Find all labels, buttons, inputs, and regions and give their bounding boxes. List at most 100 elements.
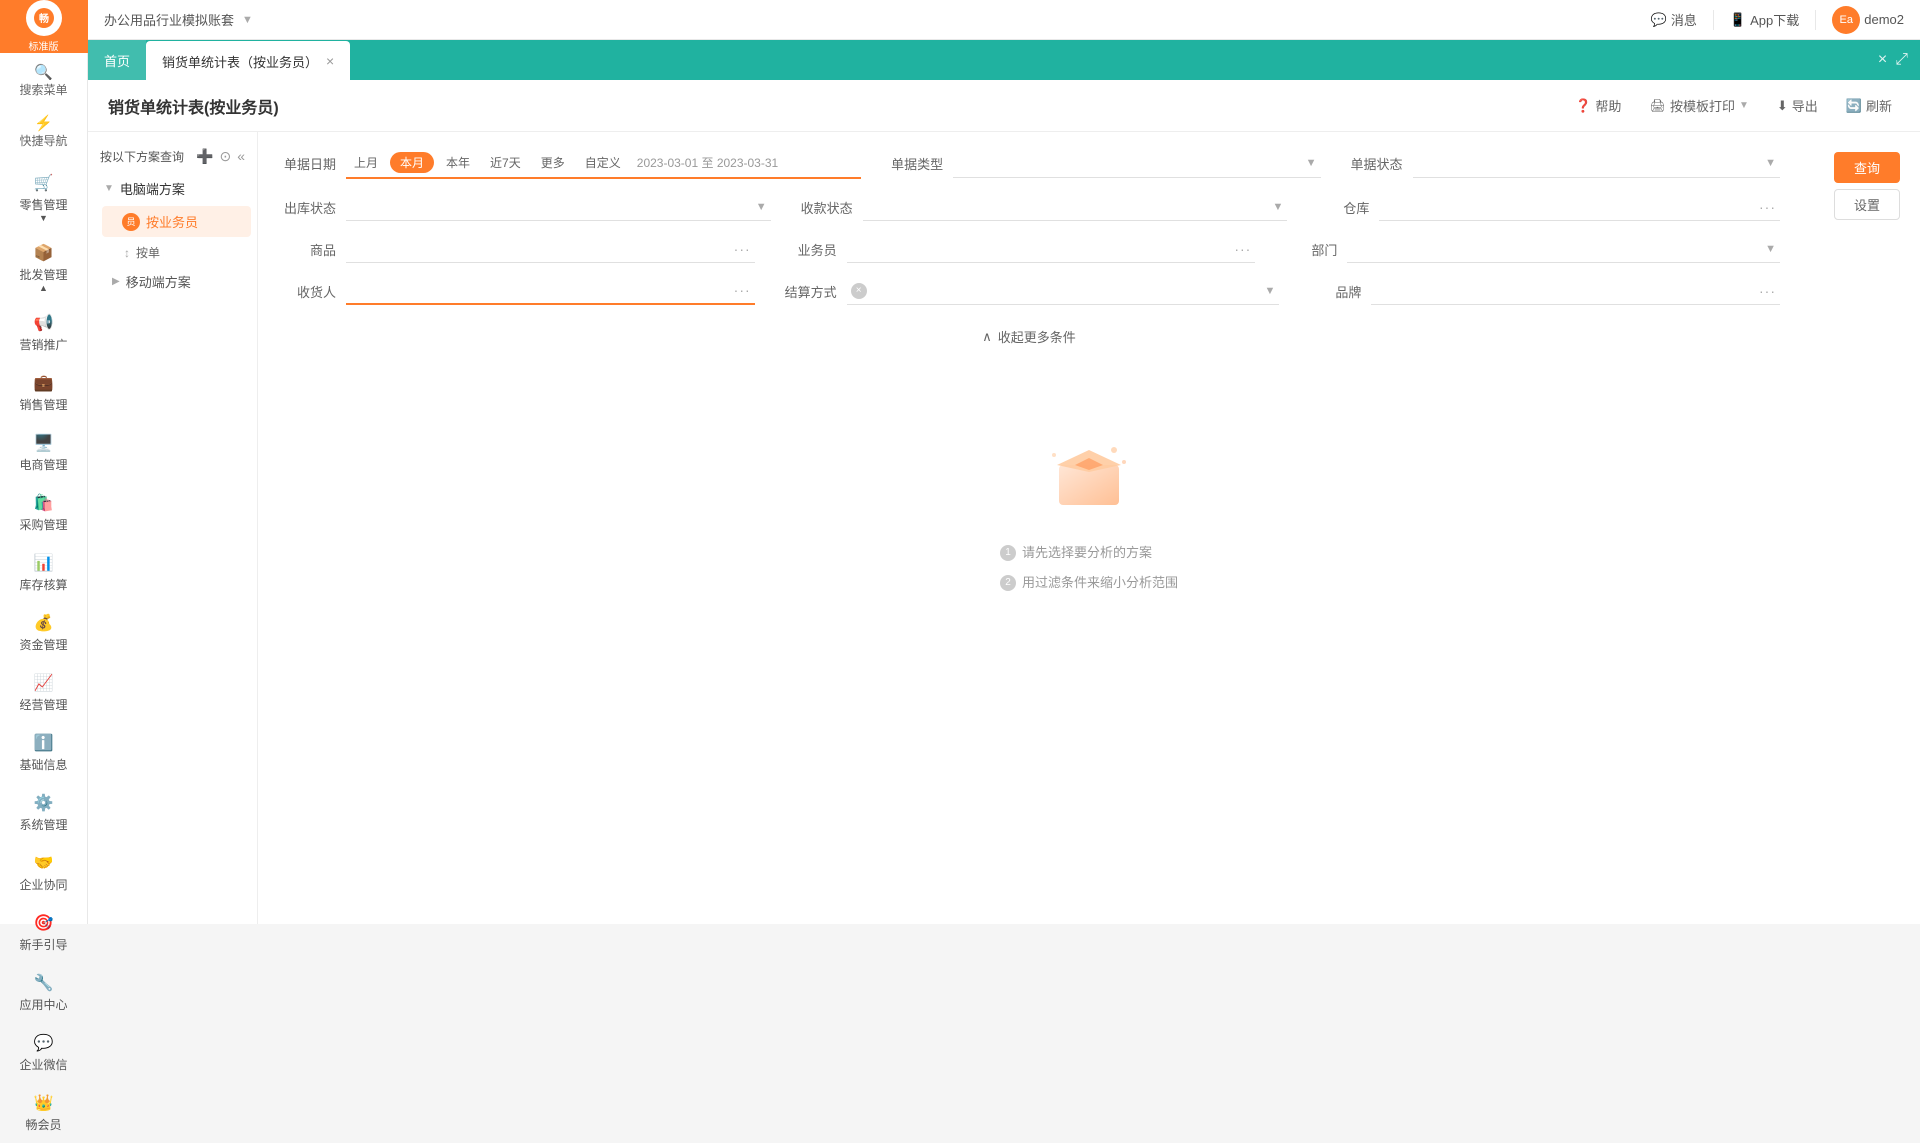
plan-group-desktop[interactable]: ▼ 电脑端方案 — [96, 173, 257, 204]
date-btn-lastmonth[interactable]: 上月 — [346, 152, 386, 173]
date-filter: 上月 本月 本年 近7天 更多 自定义 2023-03-01 至 2023-03… — [346, 148, 861, 179]
receiver-more-icon[interactable]: ··· — [734, 282, 751, 298]
header-separator2 — [1815, 10, 1816, 30]
status-label: 单据状态 — [1345, 154, 1413, 173]
date-btn-thisyear[interactable]: 本年 — [438, 152, 478, 173]
empty-tips: 1 请先选择要分析的方案 2 用过滤条件来缩小分析范围 — [1000, 540, 1178, 596]
product-filter[interactable]: ··· — [346, 235, 755, 263]
sidebar-item-sales[interactable]: 💼 销售管理 — [0, 363, 87, 423]
sidebar-quicknav[interactable]: ⚡ 快捷导航 — [0, 108, 87, 155]
sidebar-item-wechat[interactable]: 💬 企业微信 — [0, 1023, 87, 1083]
left-panel-header: 按以下方案查询 ➕ ⊙ « — [88, 142, 257, 173]
app-download-action[interactable]: 📱 App下载 — [1730, 10, 1799, 29]
receipt-status-label: 收款状态 — [795, 198, 863, 217]
page-actions: ❓ 帮助 🖨 按模板打印 ▼ ⬇ 导出 🔄 刷新 — [1567, 92, 1900, 119]
sub-plan-icon: ↕ — [124, 246, 130, 260]
receipt-status-filter[interactable]: ▼ — [863, 193, 1288, 221]
plan-section-desktop: ▼ 电脑端方案 员 按业务员 ↕ 按单 — [88, 173, 257, 266]
warehouse-filter[interactable]: ··· — [1379, 193, 1780, 221]
sidebar-item-wholesale[interactable]: 📦 批发管理 ▲ — [0, 233, 87, 303]
dropdown-icon[interactable]: ▼ — [242, 14, 253, 26]
plan-group-mobile[interactable]: ▶ 移动端方案 — [96, 266, 257, 297]
print-dropdown-icon: ▼ — [1739, 100, 1749, 111]
salesperson-more-icon[interactable]: ··· — [1234, 241, 1251, 257]
salesperson-filter[interactable]: ··· — [847, 235, 1256, 263]
setting-button[interactable]: 设置 — [1834, 189, 1900, 220]
sidebar-item-basic[interactable]: ℹ️ 基础信息 — [0, 723, 87, 783]
product-label: 商品 — [278, 240, 346, 259]
filter-area: 单据日期 上月 本月 本年 近7天 更多 自定义 2023-03-01 至 20… — [278, 148, 1900, 360]
receiver-label: 收货人 — [278, 282, 346, 301]
add-plan-icon[interactable]: ➕ — [196, 148, 213, 165]
date-range-text: 2023-03-01 至 2023-03-31 — [637, 154, 778, 171]
sidebar-search[interactable]: 🔍 搜索菜单 — [0, 53, 87, 108]
collapse-button[interactable]: ∧ 收起更多条件 — [278, 319, 1780, 360]
sidebar-item-finance[interactable]: 💰 资金管理 — [0, 603, 87, 663]
filter-row-2: 出库状态 ▼ 收款状态 ▼ 仓库 ··· — [278, 193, 1780, 221]
tab-home[interactable]: 首页 — [88, 40, 146, 80]
refresh-button[interactable]: 🔄 刷新 — [1838, 92, 1900, 119]
message-action[interactable]: 💬 消息 — [1651, 10, 1697, 29]
dept-filter[interactable]: ▼ — [1347, 235, 1780, 263]
sidebar-item-system[interactable]: ⚙️ 系统管理 — [0, 783, 87, 843]
tab-close-icon[interactable]: × — [326, 53, 334, 69]
status-dropdown-icon: ▼ — [1765, 157, 1776, 169]
sidebar-item-member[interactable]: 👑 畅会员 — [0, 1083, 87, 1143]
left-panel-tools: ➕ ⊙ « — [196, 148, 245, 165]
right-panel: 单据日期 上月 本月 本年 近7天 更多 自定义 2023-03-01 至 20… — [258, 132, 1920, 924]
svg-text:畅: 畅 — [39, 12, 49, 25]
sidebar-item-operations[interactable]: 📈 经营管理 — [0, 663, 87, 723]
date-btn-thismonth[interactable]: 本月 — [390, 152, 434, 173]
sidebar-item-inventory[interactable]: 📊 库存核算 — [0, 543, 87, 603]
out-status-filter[interactable]: ▼ — [346, 193, 771, 221]
settings-plan-icon[interactable]: ⊙ — [219, 148, 231, 165]
logo-icon: 畅 — [26, 0, 62, 36]
warehouse-label: 仓库 — [1311, 198, 1379, 217]
plan-item-icon: 员 — [122, 213, 140, 231]
dept-dropdown: ▼ — [1765, 243, 1776, 255]
status-filter[interactable]: ▼ — [1413, 150, 1780, 178]
settle-dropdown: ▼ — [1264, 285, 1275, 297]
date-btn-more[interactable]: 更多 — [533, 152, 573, 173]
date-btn-7days[interactable]: 近7天 — [482, 152, 529, 173]
date-buttons: 上月 本月 本年 近7天 更多 自定义 — [346, 152, 629, 173]
help-button[interactable]: ❓ 帮助 — [1567, 92, 1629, 119]
brand-more-icon[interactable]: ··· — [1759, 283, 1776, 299]
sidebar-item-purchase[interactable]: 🛍️ 采购管理 — [0, 483, 87, 543]
sidebar-item-newbie[interactable]: 🎯 新手引导 — [0, 903, 87, 963]
page-selector-label[interactable]: 办公用品行业模拟账套 — [104, 10, 234, 29]
tab-expand-icon[interactable]: ⤢ — [1895, 51, 1908, 69]
tip2-num: 2 — [1000, 575, 1016, 591]
sidebar-item-ecom[interactable]: 🖥️ 电商管理 — [0, 423, 87, 483]
template-print-button[interactable]: 🖨 按模板打印 ▼ — [1641, 92, 1756, 119]
export-icon: ⬇ — [1777, 98, 1788, 114]
chevron-up-icon: ∧ — [982, 329, 992, 345]
settle-label: 结算方式 — [779, 282, 847, 301]
brand-filter[interactable]: ··· — [1371, 277, 1780, 305]
export-button[interactable]: ⬇ 导出 — [1769, 92, 1826, 119]
sidebar-item-retail[interactable]: 🛒 零售管理 ▼ — [0, 163, 87, 233]
sidebar-item-marketing[interactable]: 📢 营销推广 — [0, 303, 87, 363]
receiver-filter[interactable]: ··· — [346, 277, 755, 305]
product-more-icon[interactable]: ··· — [734, 241, 751, 257]
filter-row-4: 收货人 ··· 结算方式 × ▼ 品牌 ··· — [278, 277, 1780, 305]
warehouse-more-icon[interactable]: ··· — [1759, 199, 1776, 215]
out-status-dropdown: ▼ — [756, 201, 767, 213]
settle-clear-icon[interactable]: × — [851, 283, 867, 299]
dept-label: 部门 — [1279, 240, 1347, 259]
sidebar-item-collab[interactable]: 🤝 企业协同 — [0, 843, 87, 903]
tab-sales-stat[interactable]: 销货单统计表（按业务员） × — [146, 41, 350, 81]
query-button[interactable]: 查询 — [1834, 152, 1900, 183]
plan-item-salesperson[interactable]: 员 按业务员 — [102, 206, 251, 237]
type-filter[interactable]: ▼ — [953, 150, 1320, 178]
plan-item-byorder[interactable]: ↕ 按单 — [96, 239, 257, 266]
top-header: 办公用品行业模拟账套 ▼ 💬 消息 📱 App下载 Ea demo2 — [88, 0, 1920, 40]
header-left: 办公用品行业模拟账套 ▼ — [104, 10, 253, 29]
settle-filter[interactable]: × ▼ — [847, 277, 1280, 305]
tab-close-window-icon[interactable]: × — [1878, 51, 1887, 69]
header-separator — [1713, 10, 1714, 30]
date-btn-custom[interactable]: 自定义 — [577, 152, 629, 173]
collapse-panel-icon[interactable]: « — [237, 148, 245, 165]
user-profile[interactable]: Ea demo2 — [1832, 6, 1904, 34]
sidebar-item-appcenter[interactable]: 🔧 应用中心 — [0, 963, 87, 1023]
